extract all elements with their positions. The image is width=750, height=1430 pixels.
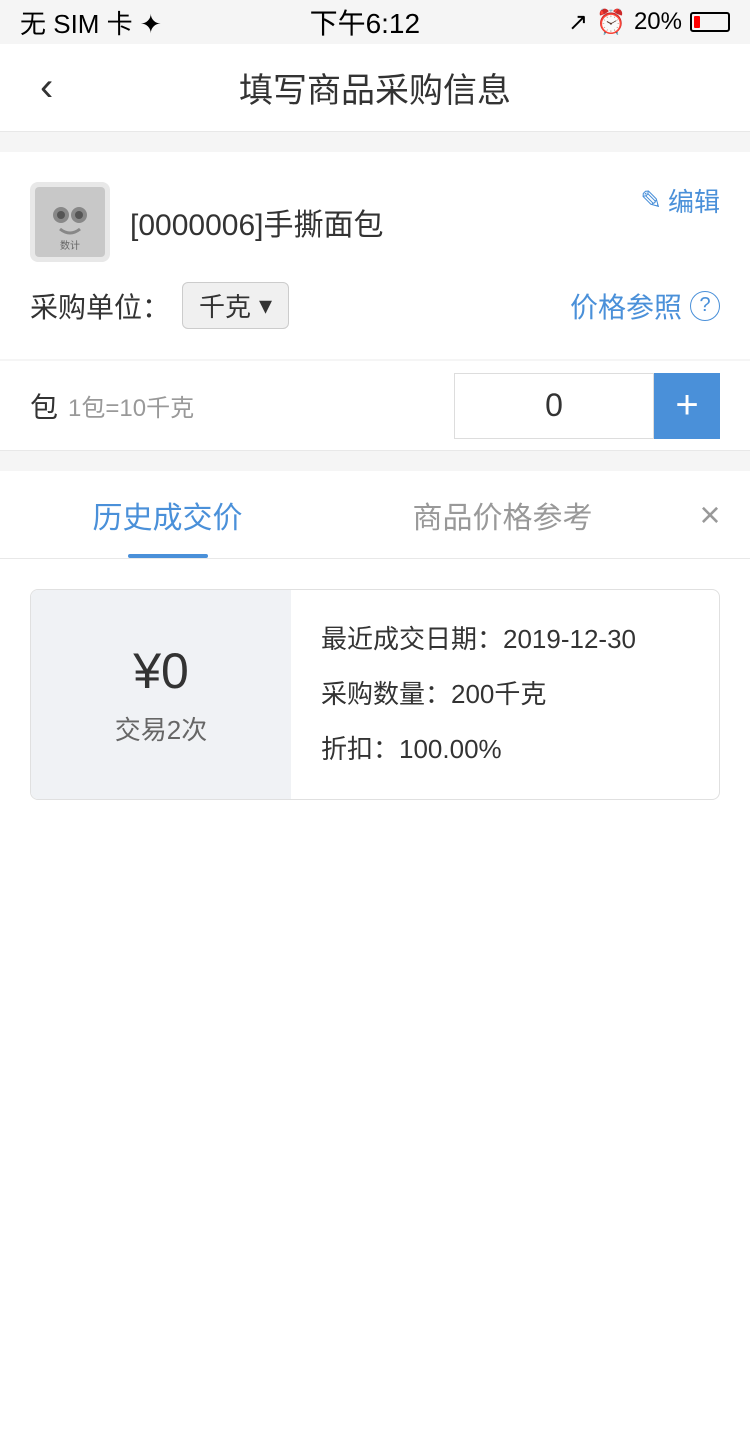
history-price-panel: ¥0 交易2次 <box>31 590 291 799</box>
history-discount-label: 折扣： <box>321 734 399 764</box>
edit-label: 编辑 <box>668 182 720 219</box>
tab-active-indicator <box>128 554 208 558</box>
quantity-unit: 包 <box>30 386 58 426</box>
history-discount-value: 100.00% <box>399 734 502 764</box>
quantity-controls: 0 + <box>454 373 720 439</box>
unit-row: 采购单位： 千克 ▾ <box>30 282 289 329</box>
quantity-section: 包 1包=10千克 0 + <box>0 361 750 451</box>
tab-product-price[interactable]: 商品价格参考 <box>335 471 670 558</box>
battery-percent: 20% <box>634 8 682 36</box>
page-title: 填写商品采购信息 <box>239 63 511 112</box>
product-top-row: 数计 [0000006]手撕面包 ✎ 编辑 <box>30 182 720 262</box>
back-button[interactable]: ‹ <box>30 55 63 120</box>
history-price-value: ¥0 <box>133 642 189 700</box>
alarm-icon: ⏰ <box>596 8 626 37</box>
history-card: ¥0 交易2次 最近成交日期：2019-12-30 采购数量：200千克 折扣：… <box>30 589 720 800</box>
tab-section: 历史成交价 商品价格参考 × ¥0 交易2次 最近成交日期：2019-12-30… <box>0 471 750 1430</box>
content-area <box>0 830 750 1430</box>
tab-bar: 历史成交价 商品价格参考 × <box>0 471 750 559</box>
history-recent-date-value: 2019-12-30 <box>503 624 636 654</box>
history-recent-date-row: 最近成交日期：2019-12-30 <box>321 620 689 659</box>
history-discount-row: 折扣：100.00% <box>321 730 689 769</box>
tab-history-price[interactable]: 历史成交价 <box>0 471 335 558</box>
quantity-label: 包 1包=10千克 <box>30 386 194 426</box>
tab-close-button[interactable]: × <box>670 471 750 558</box>
history-recent-date-label: 最近成交日期： <box>321 624 503 654</box>
location-icon: ↗ <box>568 8 588 37</box>
tab-history-label: 历史成交价 <box>93 493 243 537</box>
product-left: 数计 [0000006]手撕面包 <box>30 182 383 262</box>
status-right: ↗ ⏰ 20% <box>568 8 730 37</box>
help-icon: ? <box>690 291 720 321</box>
unit-value: 千克 <box>199 287 251 324</box>
edit-button[interactable]: ✎ 编辑 <box>640 182 720 219</box>
history-transaction-count: 交易2次 <box>115 710 207 747</box>
quantity-input[interactable]: 0 <box>454 373 654 439</box>
product-image: 数计 <box>30 182 110 262</box>
history-details-panel: 最近成交日期：2019-12-30 采购数量：200千克 折扣：100.00% <box>291 590 719 799</box>
chevron-down-icon: ▾ <box>259 290 272 321</box>
price-ref-label: 价格参照 <box>570 286 682 326</box>
status-time: 下午6:12 <box>310 2 421 42</box>
tab-product-label: 商品价格参考 <box>413 493 593 537</box>
battery-icon <box>690 12 730 32</box>
edit-icon: ✎ <box>640 185 662 216</box>
product-name: [0000006]手撕面包 <box>130 200 383 244</box>
product-card: 数计 [0000006]手撕面包 ✎ 编辑 采购单位： 千克 ▾ 价格参照 ? <box>0 152 750 359</box>
history-quantity-value: 200千克 <box>451 679 546 709</box>
svg-text:数计: 数计 <box>60 239 80 252</box>
status-left: 无 SIM 卡 ✦ <box>20 4 162 41</box>
price-reference-button[interactable]: 价格参照 ? <box>570 286 720 326</box>
unit-selector[interactable]: 千克 ▾ <box>182 282 289 329</box>
status-bar: 无 SIM 卡 ✦ 下午6:12 ↗ ⏰ 20% <box>0 0 750 44</box>
header: ‹ 填写商品采购信息 <box>0 44 750 132</box>
history-quantity-label: 采购数量： <box>321 679 451 709</box>
product-bottom-row: 采购单位： 千克 ▾ 价格参照 ? <box>30 282 720 329</box>
quantity-unit-equivalent: 1包=10千克 <box>68 388 194 423</box>
history-quantity-row: 采购数量：200千克 <box>321 675 689 714</box>
unit-label: 采购单位： <box>30 286 170 326</box>
quantity-plus-button[interactable]: + <box>654 373 720 439</box>
signal-text: 无 SIM 卡 ✦ <box>20 4 162 41</box>
